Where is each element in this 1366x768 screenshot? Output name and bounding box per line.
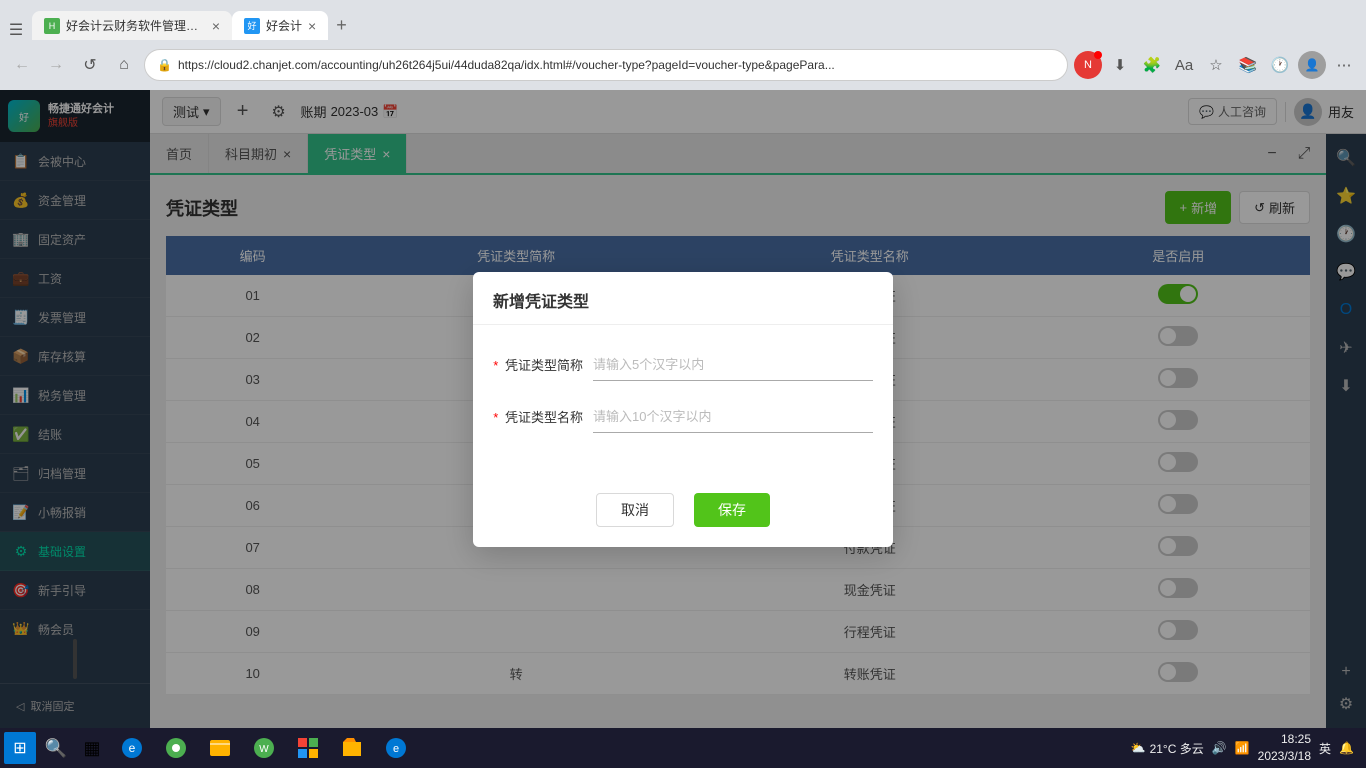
taskbar-right: ⛅ 21°C 多云 🔊 📶 18:25 2023/3/18 英 🔔: [1123, 731, 1362, 765]
browser-tab-1[interactable]: H 好会计云财务软件管理系统_会计 ×: [32, 11, 232, 40]
taskbar-edge2[interactable]: e: [376, 732, 416, 764]
modal-header: 新增凭证类型: [473, 272, 893, 325]
svg-text:W: W: [259, 744, 269, 755]
taskbar-notification: 🔔: [1339, 741, 1354, 755]
refresh-button[interactable]: ↺: [76, 51, 104, 79]
browser-chrome: ☰ H 好会计云财务软件管理系统_会计 × 好 好会计 × + ← → ↺ ⌂ …: [0, 0, 1366, 90]
new-voucher-type-modal: 新增凭证类型 * 凭证类型简称 * 凭证类型名称 取消 保存: [473, 272, 893, 547]
taskbar-files[interactable]: [332, 732, 372, 764]
history-icon[interactable]: 🕐: [1266, 51, 1294, 79]
taskbar-network-icon: 🔊: [1212, 741, 1227, 755]
browser-tab-1-close[interactable]: ×: [212, 18, 220, 34]
short-name-row: * 凭证类型简称: [493, 349, 873, 381]
browser-tab-list-icon: ☰: [9, 20, 23, 40]
short-name-label: * 凭证类型简称: [493, 355, 593, 374]
start-button[interactable]: ⊞: [4, 732, 36, 764]
required-mark-2: *: [493, 410, 498, 425]
full-name-label-text: 凭证类型名称: [505, 410, 583, 425]
collections-icon[interactable]: 📚: [1234, 51, 1262, 79]
taskbar: ⊞ 🔍 ▦ e W e ⛅ 21°C 多云 🔊 📶 18:25 2023/3/1…: [0, 728, 1366, 768]
taskbar-wechat[interactable]: W: [244, 732, 284, 764]
browser-tab-2-favicon: 好: [244, 18, 260, 34]
forward-button[interactable]: →: [42, 51, 70, 79]
short-name-label-text: 凭证类型简称: [505, 358, 583, 373]
browser-tab-1-favicon: H: [44, 18, 60, 34]
extension-1[interactable]: N: [1074, 51, 1102, 79]
full-name-label: * 凭证类型名称: [493, 407, 593, 426]
taskbar-search[interactable]: 🔍: [40, 732, 72, 764]
taskbar-chrome[interactable]: [156, 732, 196, 764]
modal-body: * 凭证类型简称 * 凭证类型名称: [473, 325, 893, 477]
more-button[interactable]: ⋯: [1330, 51, 1358, 79]
back-button[interactable]: ←: [8, 51, 36, 79]
taskbar-volume-icon: 📶: [1235, 741, 1250, 755]
taskbar-explorer[interactable]: [200, 732, 240, 764]
svg-text:e: e: [393, 743, 399, 755]
full-name-row: * 凭证类型名称: [493, 401, 873, 433]
modal-overlay: 新增凭证类型 * 凭证类型简称 * 凭证类型名称 取消 保存: [0, 90, 1366, 728]
taskbar-lang: 英: [1319, 740, 1331, 757]
save-button[interactable]: 保存: [694, 493, 770, 527]
taskbar-app5[interactable]: [288, 732, 328, 764]
taskbar-tasks[interactable]: ▦: [76, 732, 108, 764]
cancel-button[interactable]: 取消: [596, 493, 674, 527]
taskbar-edge[interactable]: e: [112, 732, 152, 764]
new-tab-button[interactable]: +: [328, 11, 355, 40]
full-name-input[interactable]: [593, 401, 873, 433]
zoom-icon[interactable]: Aa: [1170, 51, 1198, 79]
taskbar-clock: 18:25 2023/3/18: [1258, 731, 1311, 765]
weather-icon: ⛅: [1131, 741, 1146, 755]
modal-title: 新增凭证类型: [493, 294, 589, 311]
svg-text:e: e: [129, 741, 136, 755]
downloads-icon[interactable]: ⬇: [1106, 51, 1134, 79]
browser-tools: N ⬇ 🧩 Aa ☆ 📚 🕐 👤 ⋯: [1074, 51, 1358, 79]
browser-tab-2-title: 好会计: [266, 17, 302, 34]
short-name-input[interactable]: [593, 349, 873, 381]
modal-footer: 取消 保存: [473, 477, 893, 547]
date: 2023/3/18: [1258, 748, 1311, 765]
browser-tab-2[interactable]: 好 好会计 ×: [232, 11, 328, 40]
home-button[interactable]: ⌂: [110, 51, 138, 79]
required-mark: *: [493, 358, 498, 373]
url-text: https://cloud2.chanjet.com/accounting/uh…: [178, 58, 835, 72]
time: 18:25: [1258, 731, 1311, 748]
extensions-icon[interactable]: 🧩: [1138, 51, 1166, 79]
user-profile[interactable]: 👤: [1298, 51, 1326, 79]
ssl-icon: 🔒: [157, 58, 172, 72]
browser-tab-2-close[interactable]: ×: [308, 18, 316, 34]
address-bar: ← → ↺ ⌂ 🔒 https://cloud2.chanjet.com/acc…: [0, 40, 1366, 90]
weather-text: 21°C 多云: [1150, 740, 1204, 757]
address-input[interactable]: 🔒 https://cloud2.chanjet.com/accounting/…: [144, 49, 1068, 81]
favorites-icon[interactable]: ☆: [1202, 51, 1230, 79]
weather-info: ⛅ 21°C 多云: [1131, 740, 1204, 757]
tab-bar: ☰ H 好会计云财务软件管理系统_会计 × 好 好会计 × +: [0, 0, 1366, 40]
browser-tab-1-title: 好会计云财务软件管理系统_会计: [66, 17, 206, 34]
